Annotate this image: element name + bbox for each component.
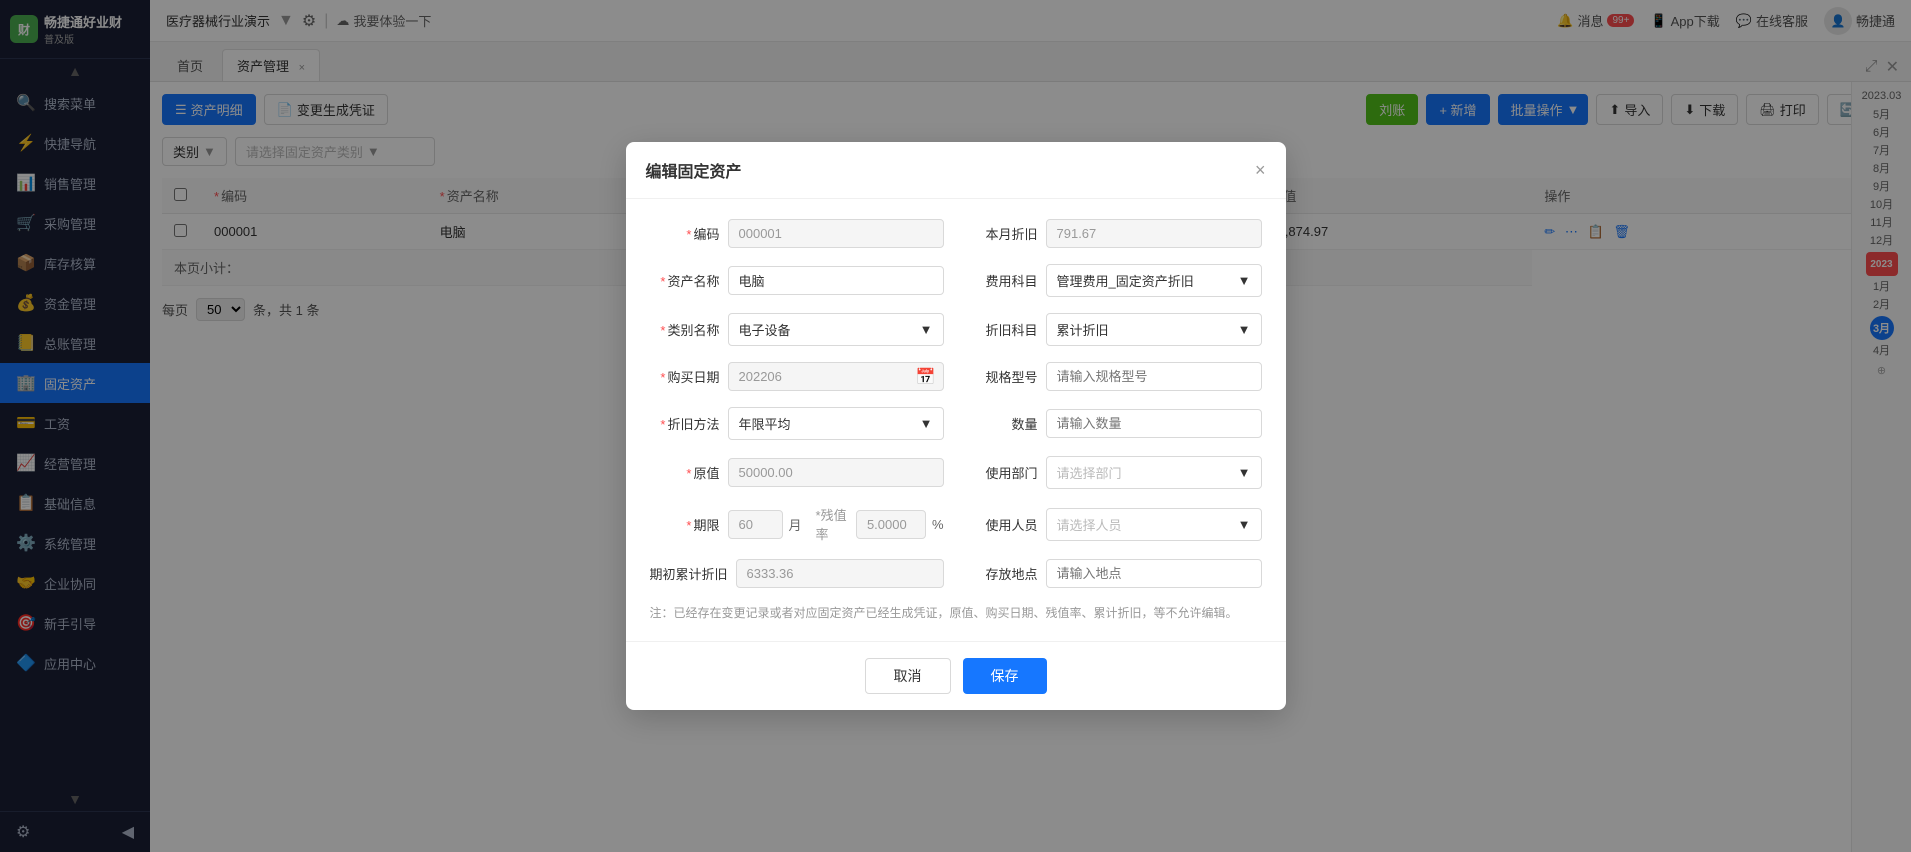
modal-note: 注：已经存在变更记录或者对应固定资产已经生成凭证，原值、购买日期、残值率、累计折… <box>650 604 1262 621</box>
department-label: 使用部门 <box>968 463 1038 482</box>
save-button[interactable]: 保存 <box>963 658 1047 694</box>
form-row-original-value: *原值 <box>650 456 944 489</box>
department-arrow-icon: ▼ <box>1238 465 1251 480</box>
modal-close-button[interactable]: × <box>1255 160 1266 181</box>
expense-account-select[interactable]: 管理费用_固定资产折旧 ▼ <box>1046 264 1262 297</box>
depreciation-account-label: 折旧科目 <box>968 320 1038 339</box>
form-row-depreciation-method: *折旧方法 年限平均 ▼ <box>650 407 944 440</box>
opening-depreciation-input <box>736 559 944 588</box>
person-select[interactable]: 请选择人员 ▼ <box>1046 508 1262 541</box>
edit-asset-modal: 编辑固定资产 × *编码 本月折旧 <box>626 142 1286 710</box>
form-row-department: 使用部门 请选择部门 ▼ <box>968 456 1262 489</box>
form-row-opening-depreciation: 期初累计折旧 <box>650 559 944 588</box>
form-row-person: 使用人员 请选择人员 ▼ <box>968 505 1262 543</box>
residual-rate-label: *残值率 <box>816 505 850 543</box>
modal-overlay: 编辑固定资产 × *编码 本月折旧 <box>0 0 1911 852</box>
depreciation-method-label: *折旧方法 <box>650 414 720 433</box>
form-row-period: *期限 月 *残值率 % <box>650 505 944 543</box>
opening-depreciation-label: 期初累计折旧 <box>650 564 728 583</box>
depreciation-method-arrow-icon: ▼ <box>920 416 933 431</box>
period-unit: 月 <box>789 515 802 534</box>
purchase-date-input[interactable] <box>728 362 944 391</box>
spec-input[interactable] <box>1046 362 1262 391</box>
monthly-depreciation-input <box>1046 219 1262 248</box>
modal-footer: 取消 保存 <box>626 641 1286 710</box>
original-value-label: *原值 <box>650 463 720 482</box>
department-select[interactable]: 请选择部门 ▼ <box>1046 456 1262 489</box>
period-label: *期限 <box>650 515 720 534</box>
form-row-location: 存放地点 <box>968 559 1262 588</box>
person-label: 使用人员 <box>968 515 1038 534</box>
monthly-depreciation-label: 本月折旧 <box>968 224 1038 243</box>
code-label: *编码 <box>650 224 720 243</box>
category-select[interactable]: 电子设备 ▼ <box>728 313 944 346</box>
category-name-label: *类别名称 <box>650 320 720 339</box>
form-row-purchase-date: *购买日期 📅 <box>650 362 944 391</box>
residual-rate-input <box>856 510 926 539</box>
location-label: 存放地点 <box>968 564 1038 583</box>
form-row-category: *类别名称 电子设备 ▼ <box>650 313 944 346</box>
cancel-button[interactable]: 取消 <box>865 658 951 694</box>
form-row-asset-name: *资产名称 <box>650 264 944 297</box>
form-row-expense-account: 费用科目 管理费用_固定资产折旧 ▼ <box>968 264 1262 297</box>
modal-header: 编辑固定资产 × <box>626 142 1286 199</box>
purchase-date-label: *购买日期 <box>650 367 720 386</box>
expense-account-label: 费用科目 <box>968 271 1038 290</box>
quantity-label: 数量 <box>968 414 1038 433</box>
depreciation-method-select[interactable]: 年限平均 ▼ <box>728 407 944 440</box>
location-input[interactable] <box>1046 559 1262 588</box>
purchase-date-field: 📅 <box>728 362 944 391</box>
expense-account-arrow-icon: ▼ <box>1238 273 1251 288</box>
original-value-input <box>728 458 944 487</box>
depreciation-account-arrow-icon: ▼ <box>1238 322 1251 337</box>
asset-name-input[interactable] <box>728 266 944 295</box>
residual-rate-unit: % <box>932 517 944 532</box>
modal-title: 编辑固定资产 <box>646 158 742 182</box>
spec-label: 规格型号 <box>968 367 1038 386</box>
period-input <box>728 510 783 539</box>
asset-name-label: *资产名称 <box>650 271 720 290</box>
form-row-spec: 规格型号 <box>968 362 1262 391</box>
quantity-input[interactable] <box>1046 409 1262 438</box>
form-row-monthly-depreciation: 本月折旧 <box>968 219 1262 248</box>
depreciation-account-select[interactable]: 累计折旧 ▼ <box>1046 313 1262 346</box>
modal-body: *编码 本月折旧 *资产名称 <box>626 199 1286 641</box>
code-input[interactable] <box>728 219 944 248</box>
form-grid: *编码 本月折旧 *资产名称 <box>650 219 1262 588</box>
form-row-code: *编码 <box>650 219 944 248</box>
form-row-quantity: 数量 <box>968 407 1262 440</box>
period-residual-inline: 月 *残值率 % <box>728 505 944 543</box>
person-arrow-icon: ▼ <box>1238 517 1251 532</box>
category-arrow-icon: ▼ <box>920 322 933 337</box>
form-row-depreciation-account: 折旧科目 累计折旧 ▼ <box>968 313 1262 346</box>
calendar-icon: 📅 <box>916 367 936 387</box>
